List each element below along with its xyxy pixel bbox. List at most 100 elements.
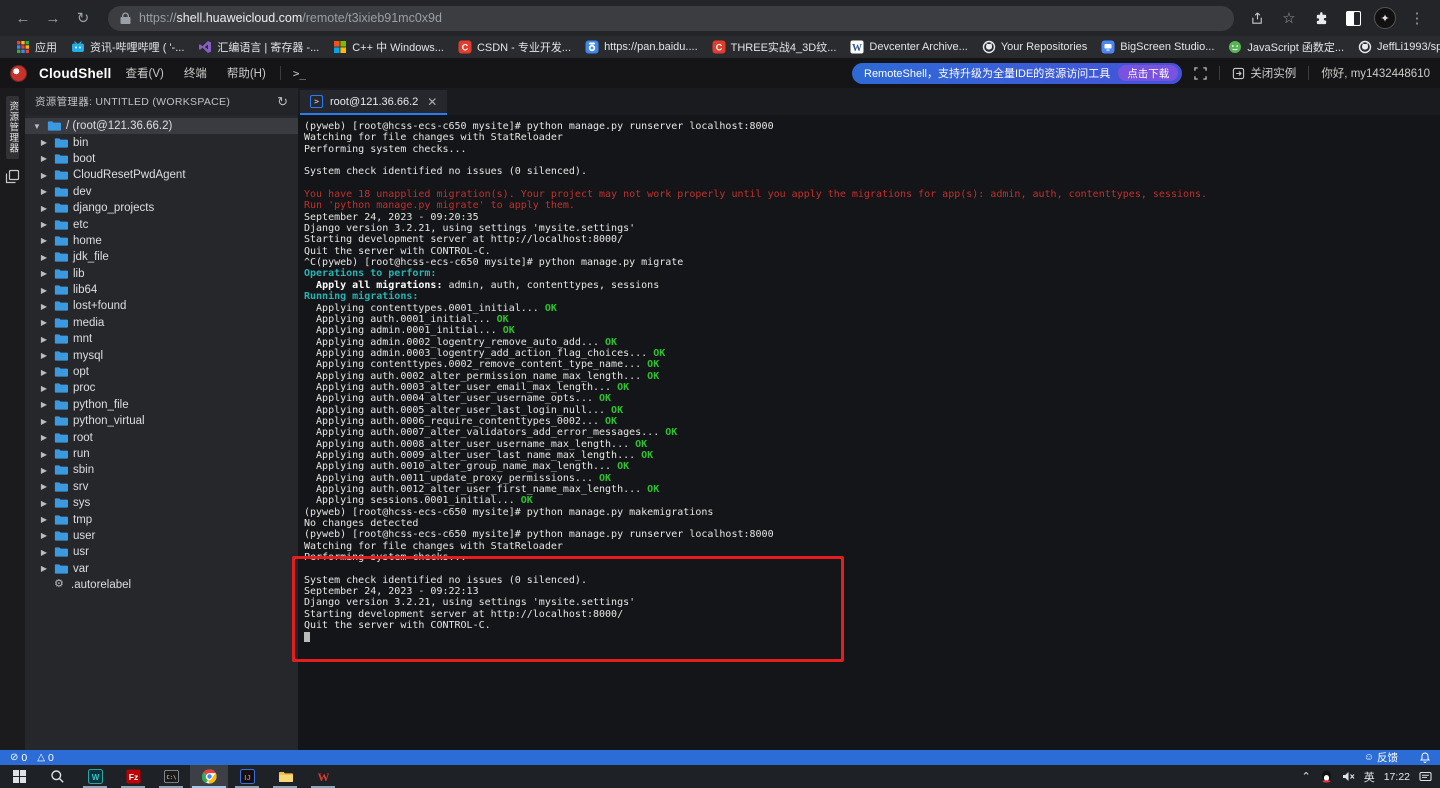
chevron-right-icon[interactable]: ▶ <box>39 531 49 540</box>
errors-count[interactable]: ⊘ 0 <box>10 752 27 764</box>
tree-item[interactable]: ▶ lib <box>25 266 298 282</box>
tree-item[interactable]: ▶ opt <box>25 364 298 380</box>
chevron-right-icon[interactable]: ▶ <box>39 253 49 262</box>
tree-item[interactable]: ▶ jdk_file <box>25 249 298 265</box>
chevron-right-icon[interactable]: ▶ <box>39 368 49 377</box>
new-terminal-icon[interactable]: >_ <box>293 67 306 80</box>
chevron-right-icon[interactable]: ▶ <box>39 351 49 360</box>
fullscreen-icon[interactable] <box>1194 66 1207 80</box>
tray-chevron-up-icon[interactable]: ⌃ <box>1302 770 1311 783</box>
chevron-right-icon[interactable]: ▶ <box>39 482 49 491</box>
refresh-icon[interactable]: ↻ <box>277 94 288 110</box>
bookmark-star-icon[interactable]: ☆ <box>1278 5 1300 31</box>
chevron-right-icon[interactable]: ▶ <box>39 466 49 475</box>
chevron-right-icon[interactable]: ▶ <box>39 204 49 213</box>
tree-item[interactable]: ▶ mnt <box>25 331 298 347</box>
chevron-right-icon[interactable]: ▶ <box>39 138 49 147</box>
filezilla-taskbar-button[interactable]: Fz <box>114 765 152 788</box>
chevron-right-icon[interactable]: ▶ <box>39 400 49 409</box>
explorer-taskbar-button[interactable] <box>266 765 304 788</box>
chevron-right-icon[interactable]: ▶ <box>39 515 49 524</box>
side-panel-icon[interactable] <box>1342 5 1364 31</box>
chrome-taskbar-button[interactable] <box>190 765 228 788</box>
tree-item[interactable]: ▶ root <box>25 429 298 445</box>
chevron-right-icon[interactable]: ▶ <box>39 286 49 295</box>
feedback-button[interactable]: ☺ 反馈 <box>1364 750 1398 765</box>
bookmark-item[interactable]: 汇编语言 | 寄存器 -... <box>192 37 325 57</box>
bookmark-item[interactable]: C++ 中 Windows... <box>327 37 450 57</box>
copy-icon[interactable] <box>5 169 20 184</box>
tree-item[interactable]: ⚙ .autorelabel <box>25 577 298 593</box>
chevron-right-icon[interactable]: ▶ <box>39 499 49 508</box>
tree-item[interactable]: ▶ sys <box>25 495 298 511</box>
tree-item[interactable]: ▶ home <box>25 233 298 249</box>
search-taskbar-button[interactable] <box>38 765 76 788</box>
bookmark-item[interactable]: JavaScript 函数定... <box>1222 37 1350 57</box>
chevron-right-icon[interactable]: ▶ <box>39 171 49 180</box>
tree-item[interactable]: ▶ srv <box>25 479 298 495</box>
activity-explorer-tab[interactable]: 资源管理器 <box>5 96 20 159</box>
menu-item[interactable]: 帮助(H) <box>225 63 268 83</box>
tab-close-icon[interactable]: ✕ <box>427 95 437 109</box>
chevron-right-icon[interactable]: ▶ <box>39 384 49 393</box>
warnings-count[interactable]: △ 0 <box>37 752 54 764</box>
tree-item[interactable]: ▶ python_virtual <box>25 413 298 429</box>
menu-item[interactable]: 终端 <box>182 63 209 83</box>
chevron-right-icon[interactable]: ▶ <box>39 433 49 442</box>
profile-avatar[interactable]: ✦ <box>1374 7 1396 29</box>
tree-item[interactable]: ▶ lost+found <box>25 298 298 314</box>
tree-item[interactable]: ▶ mysql <box>25 347 298 363</box>
tree-item[interactable]: ▶ django_projects <box>25 200 298 216</box>
chevron-right-icon[interactable]: ▶ <box>39 318 49 327</box>
cmd-taskbar-button[interactable]: C:\ <box>152 765 190 788</box>
chevron-right-icon[interactable]: ▶ <box>39 417 49 426</box>
volume-muted-icon[interactable] <box>1342 771 1355 782</box>
clock[interactable]: 17:22 <box>1384 771 1410 783</box>
tree-item[interactable]: ▶ python_file <box>25 397 298 413</box>
chevron-right-icon[interactable]: ▶ <box>39 220 49 229</box>
wps-writer-taskbar-button[interactable]: W <box>304 765 342 788</box>
chevron-down-icon[interactable]: ▼ <box>32 122 42 131</box>
ime-indicator[interactable]: 英 <box>1364 769 1375 785</box>
chevron-right-icon[interactable]: ▶ <box>39 302 49 311</box>
tree-item[interactable]: ▶ user <box>25 528 298 544</box>
tree-item[interactable]: ▶ CloudResetPwdAgent <box>25 167 298 183</box>
chevron-right-icon[interactable]: ▶ <box>39 450 49 459</box>
extensions-icon[interactable] <box>1310 5 1332 31</box>
forward-icon[interactable]: → <box>40 5 66 31</box>
share-icon[interactable] <box>1246 5 1268 31</box>
tree-item[interactable]: ▶ media <box>25 315 298 331</box>
chevron-right-icon[interactable]: ▶ <box>39 269 49 278</box>
chevron-right-icon[interactable]: ▶ <box>39 187 49 196</box>
tree-item[interactable]: ▼ / (root@121.36.66.2) <box>25 118 298 135</box>
bookmark-item[interactable]: C CSDN - 专业开发... <box>452 37 577 57</box>
tree-item[interactable]: ▶ bin <box>25 134 298 150</box>
idea-taskbar-button[interactable]: IJ <box>228 765 266 788</box>
tree-item[interactable]: ▶ dev <box>25 184 298 200</box>
bookmark-item[interactable]: BigScreen Studio... <box>1095 38 1220 56</box>
bookmark-item[interactable]: JeffLi1993/spring... <box>1352 38 1440 56</box>
tree-item[interactable]: ▶ tmp <box>25 511 298 527</box>
reload-icon[interactable]: ↻ <box>70 5 96 31</box>
tree-item[interactable]: ▶ boot <box>25 151 298 167</box>
bookmark-item[interactable]: W Devcenter Archive... <box>844 38 973 56</box>
bookmark-item[interactable]: 应用 <box>10 37 63 57</box>
menu-kebab-icon[interactable]: ⋮ <box>1406 5 1428 31</box>
wps-taskbar-button[interactable]: W <box>76 765 114 788</box>
bookmark-item[interactable]: Your Repositories <box>976 38 1093 56</box>
address-bar[interactable]: https://shell.huaweicloud.com/remote/t3i… <box>108 5 1234 31</box>
tree-item[interactable]: ▶ run <box>25 446 298 462</box>
start-taskbar-button[interactable] <box>0 765 38 788</box>
terminal-tab[interactable]: > root@121.36.66.2 ✕ <box>300 90 448 115</box>
tree-item[interactable]: ▶ etc <box>25 216 298 232</box>
bookmark-item[interactable]: 资讯-哔哩哔哩 ( '-... <box>65 37 190 57</box>
bookmark-item[interactable]: https://pan.baidu.... <box>579 38 704 56</box>
tree-item[interactable]: ▶ var <box>25 561 298 577</box>
tree-item[interactable]: ▶ lib64 <box>25 282 298 298</box>
tree-item[interactable]: ▶ sbin <box>25 462 298 478</box>
close-instance-button[interactable]: 关闭实例 <box>1232 65 1296 81</box>
menu-item[interactable]: 查看(V) <box>124 63 166 83</box>
qq-icon[interactable] <box>1320 770 1333 783</box>
download-button[interactable]: 点击下载 <box>1118 65 1179 81</box>
bell-icon[interactable] <box>1420 752 1430 763</box>
